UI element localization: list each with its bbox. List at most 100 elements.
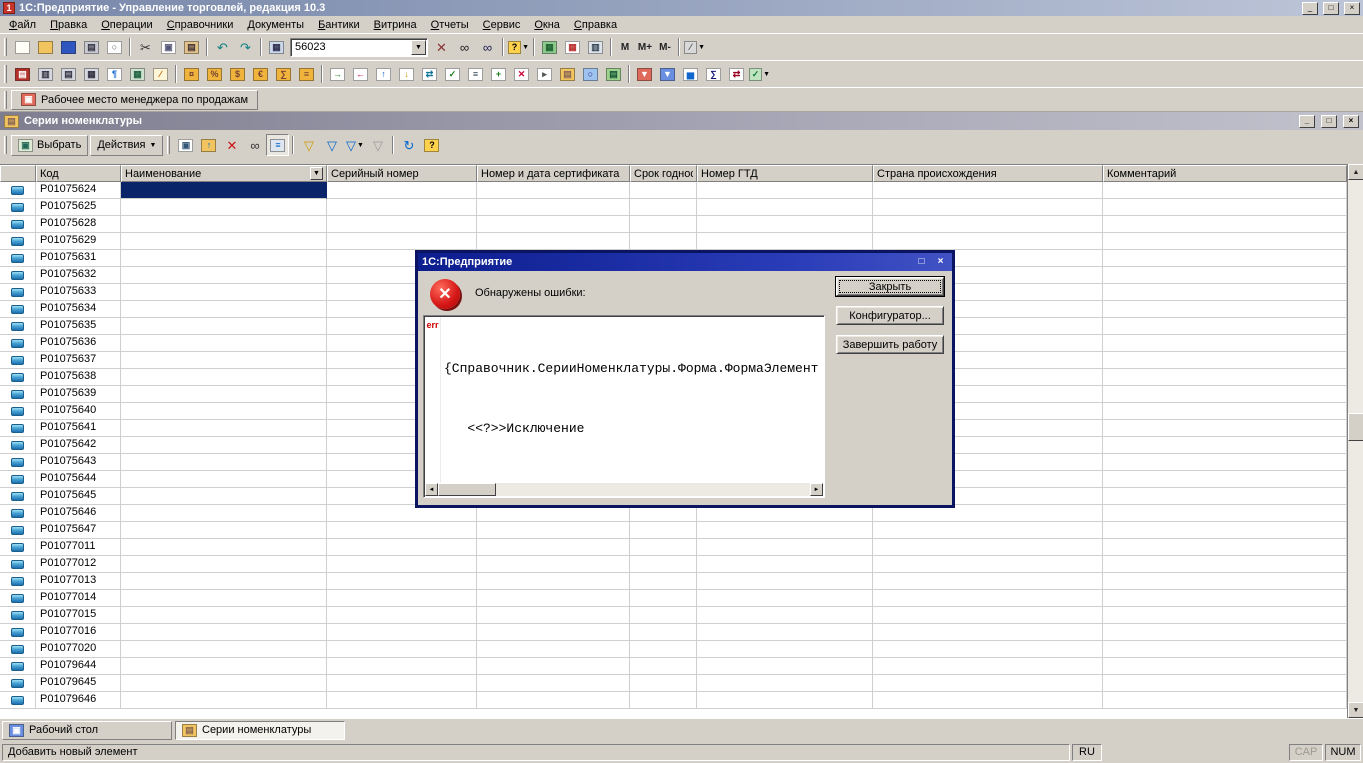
cell-номер-гтд[interactable] <box>697 692 873 709</box>
quick-filter-icon[interactable]: ▽ <box>297 134 320 156</box>
vertical-scrollbar[interactable]: ▲ ▼ <box>1347 164 1363 718</box>
row-selector-cell[interactable] <box>0 318 36 335</box>
cell-код[interactable]: Р01075631 <box>36 250 121 267</box>
row-selector-cell[interactable] <box>0 488 36 505</box>
cell-код[interactable]: Р01077015 <box>36 607 121 624</box>
menu-витрина[interactable]: Витрина <box>367 17 424 33</box>
cell-комментарий[interactable] <box>1103 556 1347 573</box>
dialog-close-icon[interactable]: × <box>933 256 948 269</box>
hierarchy-view-icon[interactable]: ≡ <box>266 134 290 156</box>
cell-серийный-номер[interactable] <box>327 522 477 539</box>
row-selector-cell[interactable] <box>0 658 36 675</box>
table-grid-icon[interactable]: ▦ <box>538 36 561 58</box>
cell-комментарий[interactable] <box>1103 369 1347 386</box>
cell-наименование[interactable] <box>121 624 327 641</box>
clear-value-icon[interactable]: ✕ <box>430 36 453 58</box>
cell-наименование[interactable] <box>121 216 327 233</box>
row-selector-cell[interactable] <box>0 607 36 624</box>
cell-номер-и-дата-сертификата[interactable] <box>477 182 630 199</box>
cell-срок-годнос-[interactable] <box>630 607 697 624</box>
cell-наименование[interactable] <box>121 692 327 709</box>
scrollbar-thumb[interactable] <box>1348 413 1363 442</box>
cell-код[interactable]: Р01075638 <box>36 369 121 386</box>
cell-срок-годнос-[interactable] <box>630 539 697 556</box>
table-row[interactable]: Р01075624 <box>0 182 1347 199</box>
cell-наименование[interactable] <box>121 420 327 437</box>
price-icon[interactable]: ¤ <box>180 63 203 85</box>
row-selector-cell[interactable] <box>0 216 36 233</box>
copy-item-icon[interactable]: ▣ <box>174 134 197 156</box>
row-selector-cell[interactable] <box>0 539 36 556</box>
delete-item-icon[interactable]: ✕ <box>220 134 243 156</box>
cell-комментарий[interactable] <box>1103 420 1347 437</box>
cell-наименование[interactable] <box>121 182 327 199</box>
cell-серийный-номер[interactable] <box>327 624 477 641</box>
scrollbar-track[interactable] <box>496 483 810 496</box>
menu-сервис[interactable]: Сервис <box>476 17 528 33</box>
cell-комментарий[interactable] <box>1103 301 1347 318</box>
toolbar-grip[interactable] <box>167 136 171 154</box>
cell-страна-происхождения[interactable] <box>873 675 1103 692</box>
close-button[interactable]: × <box>1344 1 1360 15</box>
column-header-2[interactable]: Наименование ▼ <box>121 165 327 182</box>
table-row[interactable]: Р01077011 <box>0 539 1347 556</box>
cell-номер-и-дата-сертификата[interactable] <box>477 658 630 675</box>
cell-комментарий[interactable] <box>1103 471 1347 488</box>
row-selector-cell[interactable] <box>0 522 36 539</box>
table-row[interactable]: Р01077013 <box>0 573 1347 590</box>
cell-код[interactable]: Р01075646 <box>36 505 121 522</box>
child-restore-button[interactable]: □ <box>1321 114 1337 128</box>
edit-pencil-icon[interactable]: ∕ <box>149 63 172 85</box>
document-down-icon[interactable]: ↓ <box>395 63 418 85</box>
row-selector-cell[interactable] <box>0 182 36 199</box>
row-selector-cell[interactable] <box>0 624 36 641</box>
find-next-icon[interactable]: ∞ <box>476 36 499 58</box>
toolbar-grip[interactable] <box>4 38 7 56</box>
row-selector-cell[interactable] <box>0 267 36 284</box>
cell-комментарий[interactable] <box>1103 454 1347 471</box>
cell-наименование[interactable] <box>121 573 327 590</box>
cell-номер-и-дата-сертификата[interactable] <box>477 522 630 539</box>
dialog-maximize-icon[interactable]: □ <box>914 256 929 269</box>
cell-номер-гтд[interactable] <box>697 233 873 250</box>
cell-номер-гтд[interactable] <box>697 216 873 233</box>
cell-комментарий[interactable] <box>1103 182 1347 199</box>
cell-срок-годнос-[interactable] <box>630 692 697 709</box>
cell-комментарий[interactable] <box>1103 607 1347 624</box>
cell-комментарий[interactable] <box>1103 352 1347 369</box>
row-selector-cell[interactable] <box>0 556 36 573</box>
cell-комментарий[interactable] <box>1103 437 1347 454</box>
select-button[interactable]: ▣ Выбрать <box>11 134 89 156</box>
cell-наименование[interactable] <box>121 318 327 335</box>
chevron-down-icon[interactable]: ▼ <box>411 39 426 55</box>
cell-номер-гтд[interactable] <box>697 658 873 675</box>
cell-серийный-номер[interactable] <box>327 641 477 658</box>
actions-button[interactable]: Действия ▼ <box>90 134 164 156</box>
row-selector-cell[interactable] <box>0 386 36 403</box>
formula-icon[interactable]: ▥ <box>584 36 607 58</box>
table-row[interactable]: Р01077020 <box>0 641 1347 658</box>
cell-серийный-номер[interactable] <box>327 607 477 624</box>
cell-комментарий[interactable] <box>1103 318 1347 335</box>
cell-номер-гтд[interactable] <box>697 675 873 692</box>
cell-наименование[interactable] <box>121 539 327 556</box>
cell-страна-происхождения[interactable] <box>873 522 1103 539</box>
list-help-icon[interactable]: ? <box>420 134 443 156</box>
cell-наименование[interactable] <box>121 267 327 284</box>
menu-отчеты[interactable]: Отчеты <box>424 17 476 33</box>
cell-код[interactable]: Р01075625 <box>36 199 121 216</box>
document-in-icon[interactable]: ← <box>349 63 372 85</box>
cell-страна-происхождения[interactable] <box>873 624 1103 641</box>
cell-серийный-номер[interactable] <box>327 675 477 692</box>
cart-red-icon[interactable]: ▼ <box>633 63 656 85</box>
cell-код[interactable]: Р01075641 <box>36 420 121 437</box>
row-selector-cell[interactable] <box>0 590 36 607</box>
toolbar-grip[interactable] <box>4 90 7 109</box>
cell-страна-происхождения[interactable] <box>873 692 1103 709</box>
row-selector-cell[interactable] <box>0 233 36 250</box>
row-selector-cell[interactable] <box>0 250 36 267</box>
new-document-icon[interactable] <box>11 36 34 58</box>
cell-наименование[interactable] <box>121 505 327 522</box>
report-ok-icon[interactable]: ✓ ▼ <box>748 63 771 85</box>
cell-наименование[interactable] <box>121 233 327 250</box>
